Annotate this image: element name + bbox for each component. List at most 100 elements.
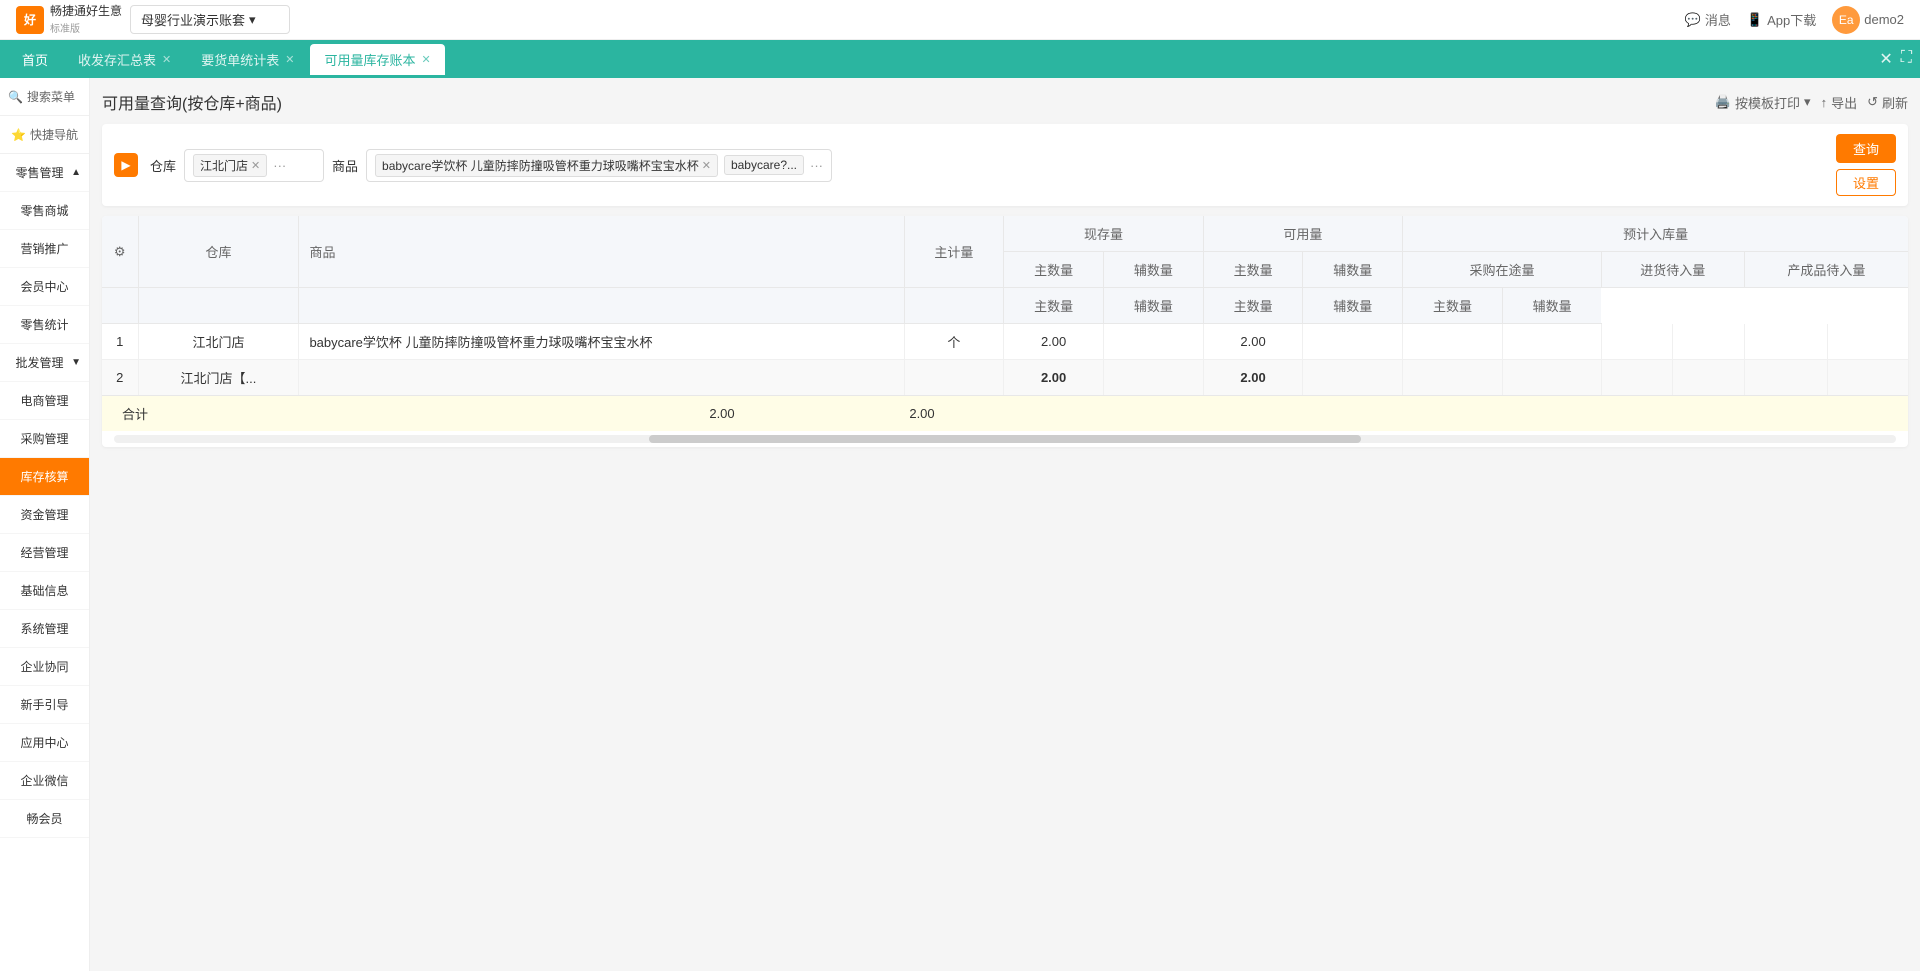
sidebar-item-finance[interactable]: 资金管理 — [0, 496, 89, 534]
sidebar-search-label: 搜索菜单 — [27, 88, 75, 105]
th-incoming-main: 主数量 — [1203, 288, 1303, 324]
logo-text-block: 畅捷通好生意 标准版 — [50, 4, 122, 35]
sidebar-item-marketing[interactable]: 营销推广 — [0, 230, 89, 268]
table-scrollbar[interactable] — [114, 435, 1896, 443]
th-empty-3 — [299, 288, 904, 324]
tab-shoufa-close[interactable]: ✕ — [162, 53, 171, 66]
sidebar-item-retail-mgmt[interactable]: 零售管理 ▲ — [0, 154, 89, 192]
row2-warehouse: 江北门店【... — [138, 360, 299, 396]
industry-selector[interactable]: 母婴行业演示账套 ▾ — [130, 5, 290, 34]
tab-home[interactable]: 首页 — [8, 44, 62, 75]
sidebar-item-member2[interactable]: 畅会员 — [0, 800, 89, 838]
row2-pur-aux — [1502, 360, 1601, 396]
row2-prod-aux — [1827, 360, 1908, 396]
expand-icon[interactable]: ⛶ — [1901, 49, 1912, 69]
sidebar-item-inventory[interactable]: 库存核算 — [0, 458, 89, 496]
warehouse-tag-close[interactable]: ✕ — [251, 159, 260, 172]
tab-yaohuo-close[interactable]: ✕ — [285, 53, 294, 66]
nav-tabs: 首页 收发存汇总表 ✕ 要货单统计表 ✕ 可用量库存账本 ✕ ✕ ⛶ — [0, 40, 1920, 78]
th-purchase-transit: 采购在途量 — [1403, 252, 1602, 288]
chevron-icon: ▲ — [71, 167, 81, 178]
product-filter-input[interactable]: babycare学饮杯 儿童防摔防撞吸管杯重力球吸嘴杯宝宝水杯 ✕ babyca… — [366, 149, 832, 182]
warehouse-filter-input[interactable]: 江北门店 ✕ ··· — [184, 149, 324, 182]
sidebar-item-newbie[interactable]: 新手引导 — [0, 686, 89, 724]
sidebar-search[interactable]: 🔍 搜索菜单 — [0, 78, 89, 116]
query-button[interactable]: 查询 — [1836, 134, 1896, 163]
row1-stock-main: 2.00 — [1004, 324, 1104, 360]
logo-area: 好 畅捷通好生意 标准版 — [16, 4, 122, 35]
header-actions: 🖨️ 按模板打印 ▾ ↑ 导出 ↺ 刷新 — [1715, 93, 1908, 112]
row2-avail-main: 2.00 — [1203, 360, 1303, 396]
table-header-row-3: 主数量 辅数量 主数量 辅数量 主数量 辅数量 — [102, 288, 1908, 324]
filter-expand-btn[interactable]: ▶ — [114, 153, 138, 177]
sidebar-item-purchase[interactable]: 采购管理 — [0, 420, 89, 458]
sidebar-item-ecommerce[interactable]: 电商管理 — [0, 382, 89, 420]
row2-prod-main — [1744, 360, 1827, 396]
filter-group: 仓库 江北门店 ✕ ··· 商品 babycare学饮杯 儿童防摔防撞吸管杯重力… — [150, 149, 1824, 182]
row1-seq: 1 — [102, 324, 138, 360]
sidebar-item-app-center[interactable]: 应用中心 — [0, 724, 89, 762]
warehouse-tag[interactable]: 江北门店 ✕ — [193, 154, 267, 177]
sidebar-item-wechat[interactable]: 企业微信 — [0, 762, 89, 800]
logo-sub: 标准版 — [50, 20, 122, 35]
table-scrollbar-thumb[interactable] — [649, 435, 1362, 443]
row1-product: babycare学饮杯 儿童防摔防撞吸管杯重力球吸嘴杯宝宝水杯 — [299, 324, 904, 360]
th-incoming-pending: 进货待入量 — [1601, 252, 1744, 288]
print-chevron: ▾ — [1804, 94, 1811, 110]
star-icon: ⭐ — [11, 128, 26, 142]
th-main-unit: 主计量 — [904, 216, 1004, 288]
row1-avail-main: 2.00 — [1203, 324, 1303, 360]
row2-product — [299, 360, 904, 396]
sidebar-item-wholesale[interactable]: 批发管理 ▼ — [0, 344, 89, 382]
username-label: demo2 — [1864, 12, 1904, 27]
product-filter-more[interactable]: ··· — [810, 158, 823, 173]
tab-kuyong-close[interactable]: ✕ — [422, 53, 431, 66]
sidebar-item-operations[interactable]: 经营管理 — [0, 534, 89, 572]
tab-yaohuo-label: 要货单统计表 — [201, 50, 279, 69]
sidebar-item-retail-stats[interactable]: 零售统计 — [0, 306, 89, 344]
refresh-icon: ↺ — [1867, 94, 1878, 110]
settings-button[interactable]: 设置 — [1836, 169, 1896, 196]
print-template-btn[interactable]: 🖨️ 按模板打印 ▾ — [1715, 93, 1811, 112]
refresh-btn[interactable]: ↺ 刷新 — [1867, 93, 1908, 112]
sidebar-nav-label: 快捷导航 — [30, 126, 78, 143]
product-tag-1[interactable]: babycare学饮杯 儿童防摔防撞吸管杯重力球吸嘴杯宝宝水杯 ✕ — [375, 154, 718, 177]
sidebar-item-enterprise-collab[interactable]: 企业协同 — [0, 648, 89, 686]
app-download-btn[interactable]: 📱 App下载 — [1747, 10, 1816, 29]
app-download-label: App下载 — [1767, 10, 1816, 29]
filter-bar: ▶ 仓库 江北门店 ✕ ··· 商品 babycare学饮杯 儿童防摔防撞吸管杯… — [102, 124, 1908, 206]
warehouse-tag-text: 江北门店 — [200, 157, 248, 174]
message-btn[interactable]: 💬 消息 — [1685, 10, 1731, 29]
row1-prod-main — [1744, 324, 1827, 360]
user-profile[interactable]: Ea demo2 — [1832, 6, 1904, 34]
data-table: ⚙ 仓库 商品 主计量 现存量 可用量 预计入库量 主数量 辅数量 主数量 辅数… — [102, 216, 1908, 395]
tab-kuyong[interactable]: 可用量库存账本 ✕ — [310, 44, 444, 75]
product-tag-2[interactable]: babycare?... — [724, 155, 804, 175]
footer-total-label: 合计 — [122, 407, 148, 422]
message-label: 消息 — [1705, 10, 1731, 29]
row2-stock-aux — [1103, 360, 1203, 396]
th-gear[interactable]: ⚙ — [102, 216, 138, 288]
table-footer: 合计 2.00 2.00 — [102, 395, 1908, 431]
close-window-icon[interactable]: ✕ — [1879, 49, 1892, 69]
sidebar-item-member[interactable]: 会员中心 — [0, 268, 89, 306]
row1-stock-aux — [1103, 324, 1203, 360]
row1-pur-aux — [1502, 324, 1601, 360]
product-tag-1-close[interactable]: ✕ — [702, 159, 711, 172]
warehouse-filter-more[interactable]: ··· — [273, 158, 286, 173]
sidebar-quick-nav[interactable]: ⭐ 快捷导航 — [0, 116, 89, 154]
tab-shoufa[interactable]: 收发存汇总表 ✕ — [64, 44, 185, 75]
th-empty-4 — [904, 288, 1004, 324]
sidebar-item-basic-info[interactable]: 基础信息 — [0, 572, 89, 610]
print-label: 按模板打印 — [1735, 93, 1800, 112]
row1-avail-aux — [1303, 324, 1403, 360]
sidebar-item-retail-mall[interactable]: 零售商城 — [0, 192, 89, 230]
sidebar-item-system[interactable]: 系统管理 — [0, 610, 89, 648]
tab-yaohuo[interactable]: 要货单统计表 ✕ — [187, 44, 308, 75]
th-purchase-main: 主数量 — [1004, 288, 1104, 324]
export-btn[interactable]: ↑ 导出 — [1821, 93, 1858, 112]
table-header-row-1: ⚙ 仓库 商品 主计量 现存量 可用量 预计入库量 — [102, 216, 1908, 252]
th-product-main: 主数量 — [1403, 288, 1503, 324]
row1-unit: 个 — [904, 324, 1004, 360]
tab-kuyong-label: 可用量库存账本 — [324, 50, 415, 69]
